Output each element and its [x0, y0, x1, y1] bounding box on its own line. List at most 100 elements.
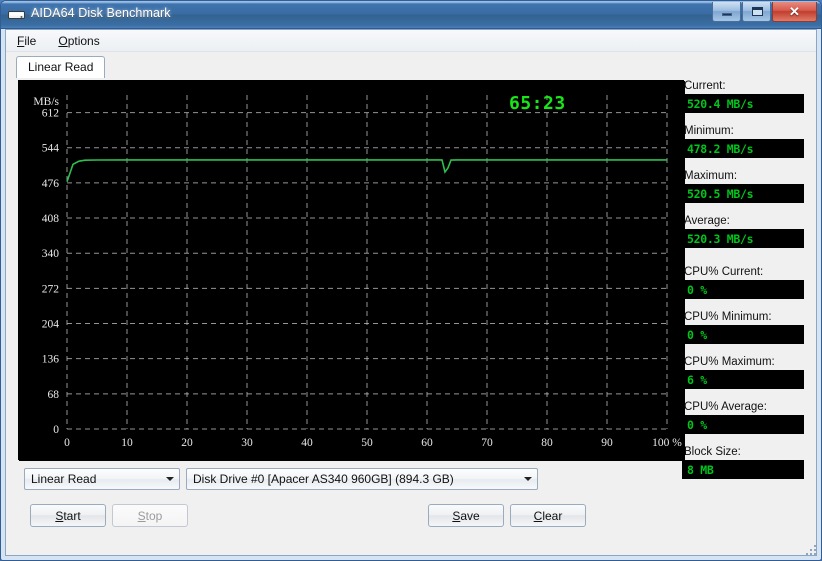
stat-cpu-minimum-value: 0 % — [687, 327, 707, 342]
y-axis-tick-label: 272 — [42, 283, 60, 295]
controls-bar: Linear Read Disk Drive #0 [Apacer AS340 … — [18, 468, 676, 541]
client-area: File Options Linear Read 0 68 136 204 272 340… — [5, 29, 817, 556]
stat-cpu-current: CPU% Current: 0 % — [682, 266, 804, 299]
menu-options-label: ptions — [67, 33, 100, 48]
application-window: AIDA64 Disk Benchmark ✕ File Options Lin… — [0, 0, 822, 561]
stat-cpu-minimum-box: 0 % — [682, 325, 804, 344]
chevron-down-icon — [519, 469, 537, 489]
maximize-button[interactable] — [742, 2, 771, 22]
y-axis-tick-label: 0 — [53, 424, 59, 436]
stat-cpu-average-value: 0 % — [687, 417, 707, 432]
x-axis-tick-label: 60 — [421, 437, 433, 449]
stat-average-value: 520.3 MB/s — [687, 231, 754, 246]
stat-cpu-average-box: 0 % — [682, 415, 804, 434]
stat-average-label: Average: — [684, 215, 730, 227]
stat-block-size: Block Size: 8 MB — [682, 446, 804, 479]
stat-cpu-minimum-label: CPU% Minimum: — [684, 311, 772, 323]
disk-drive-value: Disk Drive #0 [Apacer AS340 960GB] (894.… — [193, 472, 454, 486]
y-axis-tick-label: 408 — [42, 213, 60, 225]
stat-cpu-minimum: CPU% Minimum: 0 % — [682, 311, 804, 344]
x-axis-tick-label: 70 — [481, 437, 493, 449]
stat-average-box: 520.3 MB/s — [682, 229, 804, 248]
x-axis-tick-label: 40 — [301, 437, 313, 449]
stop-label: top — [145, 508, 163, 523]
window-controls: ✕ — [711, 2, 817, 22]
y-axis-tick-label: 136 — [42, 354, 60, 366]
x-axis-tick-label: 80 — [541, 437, 553, 449]
chart-background — [19, 81, 685, 461]
x-axis-tick-label: 30 — [241, 437, 253, 449]
stat-cpu-current-value: 0 % — [687, 282, 707, 297]
stat-cpu-maximum: CPU% Maximum: 6 % — [682, 356, 804, 389]
stat-cpu-average: CPU% Average: 0 % — [682, 401, 804, 434]
stat-block-size-value: 8 MB — [687, 462, 714, 477]
statistics-panel: Current: 520.4 MB/s Minimum: 478.2 MB/s … — [682, 80, 804, 491]
menu-options-mnemonic: O — [58, 33, 68, 48]
start-label: tart — [63, 508, 81, 523]
stat-cpu-maximum-value: 6 % — [687, 372, 707, 387]
clear-button[interactable]: Clear — [510, 504, 586, 527]
stat-maximum-value: 520.5 MB/s — [687, 186, 754, 201]
stat-maximum: Maximum: 520.5 MB/s — [682, 170, 804, 203]
minimize-icon — [722, 13, 732, 16]
y-axis-tick-label: 68 — [48, 389, 60, 401]
save-button[interactable]: Save — [428, 504, 504, 527]
x-axis-tick-label: 90 — [601, 437, 613, 449]
stop-mnemonic: S — [137, 508, 146, 523]
screen: AIDA64 Disk Benchmark ✕ File Options Lin… — [0, 0, 822, 561]
content-panel: 0 68 136 204 272 340 408 476 544 612 MB/s 0 10 20 30 40… — [12, 78, 810, 549]
start-button[interactable]: Start — [30, 504, 106, 527]
menu-file[interactable]: File — [15, 32, 46, 50]
chevron-down-icon — [161, 469, 179, 489]
stat-average: Average: 520.3 MB/s — [682, 215, 804, 248]
y-axis-tick-label: 612 — [42, 108, 60, 120]
stat-current-value: 520.4 MB/s — [687, 96, 754, 111]
stat-minimum-box: 478.2 MB/s — [682, 139, 804, 158]
stat-minimum: Minimum: 478.2 MB/s — [682, 125, 804, 158]
stat-minimum-value: 478.2 MB/s — [687, 141, 754, 156]
resize-grip[interactable] — [805, 544, 818, 557]
y-axis-tick-label: 476 — [42, 178, 60, 190]
close-icon: ✕ — [789, 4, 800, 19]
stat-cpu-maximum-box: 6 % — [682, 370, 804, 389]
close-button[interactable]: ✕ — [772, 2, 817, 22]
stop-button: Stop — [112, 504, 188, 527]
benchmark-mode-value: Linear Read — [31, 472, 97, 486]
x-axis-tick-label: 10 — [121, 437, 133, 449]
tab-linear-read[interactable]: Linear Read — [16, 56, 106, 79]
chart-canvas: 0 68 136 204 272 340 408 476 544 612MB/s 0 10 20 30 40… — [19, 81, 685, 461]
minimize-button[interactable] — [712, 2, 741, 22]
elapsed-timer: 65:23 — [509, 93, 566, 114]
disk-drive-select[interactable]: Disk Drive #0 [Apacer AS340 960GB] (894.… — [186, 468, 538, 490]
stat-cpu-average-label: CPU% Average: — [684, 401, 767, 413]
stat-cpu-maximum-label: CPU% Maximum: — [684, 356, 775, 368]
stat-maximum-label: Maximum: — [684, 170, 738, 182]
x-axis-tick-label: 100 % — [652, 437, 682, 449]
x-axis-tick-label: 50 — [361, 437, 373, 449]
benchmark-chart: 0 68 136 204 272 340 408 476 544 612 MB/s 0 10 20 30 40… — [18, 80, 685, 461]
stat-cpu-current-label: CPU% Current: — [684, 266, 764, 278]
stat-block-size-label: Block Size: — [684, 446, 741, 458]
hard-drive-icon — [8, 11, 25, 19]
stat-maximum-box: 520.5 MB/s — [682, 184, 804, 203]
clear-label: lear — [542, 508, 563, 523]
stat-minimum-label: Minimum: — [684, 125, 734, 137]
save-label: ave — [460, 508, 480, 523]
stat-current: Current: 520.4 MB/s — [682, 80, 804, 113]
menu-options[interactable]: Options — [56, 32, 109, 50]
menu-file-label: ile — [24, 33, 37, 48]
y-axis-tick-label: 204 — [42, 319, 60, 331]
window-title: AIDA64 Disk Benchmark — [31, 6, 171, 20]
title-bar[interactable]: AIDA64 Disk Benchmark ✕ — [1, 1, 821, 29]
stat-current-box: 520.4 MB/s — [682, 94, 804, 113]
y-axis-tick-label: 340 — [42, 248, 60, 260]
menu-bar: File Options — [6, 30, 816, 52]
maximize-icon — [752, 7, 763, 16]
tab-strip: Linear Read — [12, 56, 810, 79]
stat-block-size-box: 8 MB — [682, 460, 804, 479]
benchmark-mode-select[interactable]: Linear Read — [24, 468, 180, 490]
y-axis-label: MB/s — [33, 96, 59, 108]
y-axis-tick-label: 544 — [42, 143, 60, 155]
x-axis-tick-label: 0 — [64, 437, 70, 449]
stat-current-label: Current: — [684, 80, 726, 92]
